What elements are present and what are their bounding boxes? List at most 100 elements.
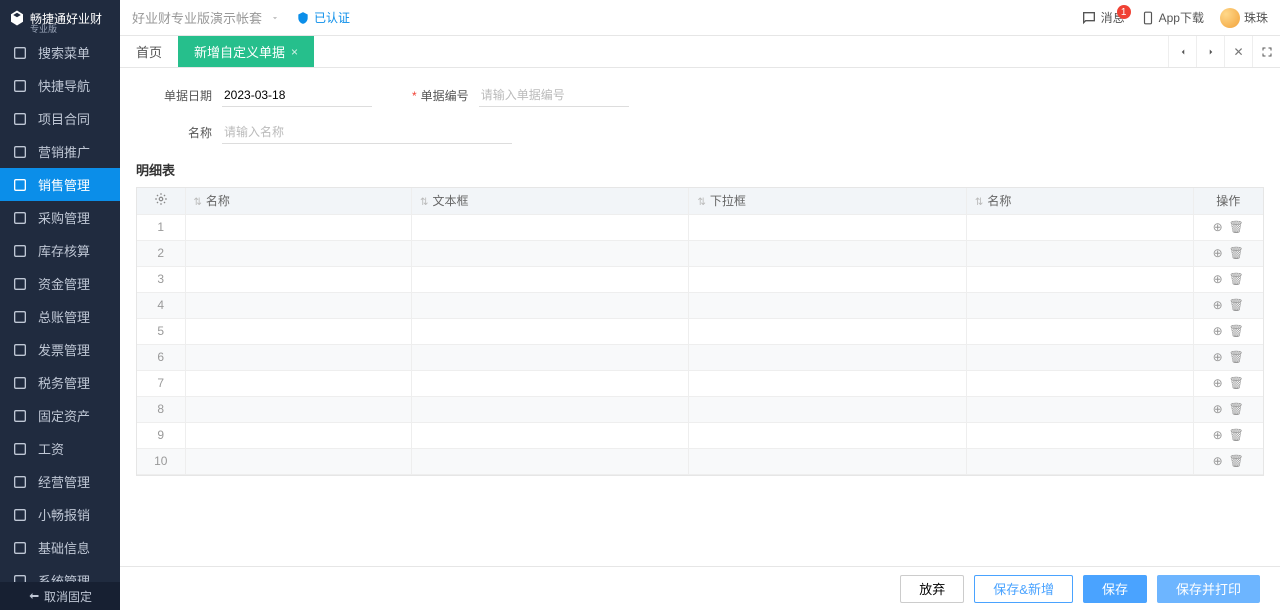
cell[interactable] [966, 448, 1193, 474]
sidebar-item-14[interactable]: 小畅报销 [0, 498, 120, 531]
add-row-icon[interactable]: ⊕ [1213, 428, 1223, 442]
close-icon[interactable]: × [291, 45, 298, 59]
sidebar-item-1[interactable]: 快捷导航 [0, 69, 120, 102]
delete-row-icon[interactable]: 🗑 [1229, 376, 1244, 390]
col-2[interactable]: ⇅下拉框 [689, 188, 966, 214]
col-gear[interactable] [137, 188, 185, 214]
cell[interactable] [412, 370, 689, 396]
delete-row-icon[interactable]: 🗑 [1229, 246, 1244, 260]
messages-button[interactable]: 消息 1 [1081, 9, 1125, 26]
discard-button[interactable]: 放弃 [900, 575, 964, 603]
col-1[interactable]: ⇅文本框 [412, 188, 689, 214]
cell[interactable] [689, 214, 966, 240]
cell[interactable] [185, 422, 412, 448]
cell[interactable] [412, 214, 689, 240]
sidebar-item-8[interactable]: 总账管理 [0, 300, 120, 333]
cell[interactable] [689, 370, 966, 396]
cell[interactable] [689, 396, 966, 422]
app-download-button[interactable]: App下载 [1141, 9, 1204, 26]
cell[interactable] [412, 292, 689, 318]
cell[interactable] [966, 292, 1193, 318]
sidebar-item-7[interactable]: 资金管理 [0, 267, 120, 300]
cell[interactable] [966, 344, 1193, 370]
delete-row-icon[interactable]: 🗑 [1229, 454, 1244, 468]
add-row-icon[interactable]: ⊕ [1213, 324, 1223, 338]
cell[interactable] [185, 448, 412, 474]
sidebar-item-2[interactable]: 项目合同 [0, 102, 120, 135]
delete-row-icon[interactable]: 🗑 [1229, 402, 1244, 416]
add-row-icon[interactable]: ⊕ [1213, 376, 1223, 390]
cell[interactable] [185, 292, 412, 318]
tenant-selector[interactable]: 好业财专业版演示帐套 [132, 8, 280, 27]
docno-input[interactable] [479, 84, 629, 107]
cell[interactable] [689, 448, 966, 474]
name-input[interactable] [222, 121, 512, 144]
delete-row-icon[interactable]: 🗑 [1229, 220, 1244, 234]
cell[interactable] [412, 344, 689, 370]
delete-row-icon[interactable]: 🗑 [1229, 428, 1244, 442]
date-input[interactable] [222, 84, 381, 106]
cell[interactable] [689, 422, 966, 448]
sidebar-item-11[interactable]: 固定资产 [0, 399, 120, 432]
user-menu[interactable]: 珠珠 [1220, 8, 1268, 28]
cell[interactable] [689, 318, 966, 344]
cell[interactable] [689, 266, 966, 292]
sidebar-item-15[interactable]: 基础信息 [0, 531, 120, 564]
add-row-icon[interactable]: ⊕ [1213, 350, 1223, 364]
cell[interactable] [966, 370, 1193, 396]
add-row-icon[interactable]: ⊕ [1213, 220, 1223, 234]
cell[interactable] [185, 396, 412, 422]
cell[interactable] [689, 240, 966, 266]
tab-close-all[interactable]: ✕ [1224, 36, 1252, 67]
cell[interactable] [185, 214, 412, 240]
sidebar-item-3[interactable]: 营销推广 [0, 135, 120, 168]
col-3[interactable]: ⇅名称 [966, 188, 1193, 214]
sidebar-unpin[interactable]: 取消固定 [0, 582, 120, 610]
sidebar-item-12[interactable]: 工资 [0, 432, 120, 465]
cell[interactable] [412, 240, 689, 266]
sidebar-item-10[interactable]: 税务管理 [0, 366, 120, 399]
add-row-icon[interactable]: ⊕ [1213, 246, 1223, 260]
sidebar-item-6[interactable]: 库存核算 [0, 234, 120, 267]
col-0[interactable]: ⇅名称 [185, 188, 412, 214]
cell[interactable] [185, 318, 412, 344]
tab-active[interactable]: 新增自定义单据 × [178, 36, 314, 67]
add-row-icon[interactable]: ⊕ [1213, 454, 1223, 468]
save-button[interactable]: 保存 [1083, 575, 1147, 603]
save-print-button[interactable]: 保存并打印 [1157, 575, 1260, 603]
tab-home[interactable]: 首页 [120, 36, 178, 67]
cell[interactable] [185, 240, 412, 266]
cell[interactable] [412, 318, 689, 344]
cell[interactable] [412, 422, 689, 448]
delete-row-icon[interactable]: 🗑 [1229, 272, 1244, 286]
add-row-icon[interactable]: ⊕ [1213, 402, 1223, 416]
cell[interactable] [412, 448, 689, 474]
cell[interactable] [966, 396, 1193, 422]
cell[interactable] [689, 344, 966, 370]
add-row-icon[interactable]: ⊕ [1213, 298, 1223, 312]
cell[interactable] [966, 266, 1193, 292]
cell[interactable] [185, 344, 412, 370]
cell[interactable] [966, 240, 1193, 266]
tab-prev[interactable] [1168, 36, 1196, 67]
sidebar-item-0[interactable]: 搜索菜单 [0, 36, 120, 69]
add-row-icon[interactable]: ⊕ [1213, 272, 1223, 286]
cell[interactable] [689, 292, 966, 318]
cell[interactable] [412, 266, 689, 292]
cell[interactable] [185, 266, 412, 292]
cell[interactable] [966, 214, 1193, 240]
fullscreen-button[interactable] [1252, 36, 1280, 67]
sidebar-item-13[interactable]: 经营管理 [0, 465, 120, 498]
save-new-button[interactable]: 保存&新增 [974, 575, 1073, 603]
cell[interactable] [966, 422, 1193, 448]
cell[interactable] [185, 370, 412, 396]
delete-row-icon[interactable]: 🗑 [1229, 324, 1244, 338]
sidebar-item-4[interactable]: 销售管理 [0, 168, 120, 201]
delete-row-icon[interactable]: 🗑 [1229, 298, 1244, 312]
cell[interactable] [412, 396, 689, 422]
tab-next[interactable] [1196, 36, 1224, 67]
sidebar-item-16[interactable]: 系统管理 [0, 564, 120, 582]
sidebar-item-5[interactable]: 采购管理 [0, 201, 120, 234]
delete-row-icon[interactable]: 🗑 [1229, 350, 1244, 364]
sidebar-item-9[interactable]: 发票管理 [0, 333, 120, 366]
